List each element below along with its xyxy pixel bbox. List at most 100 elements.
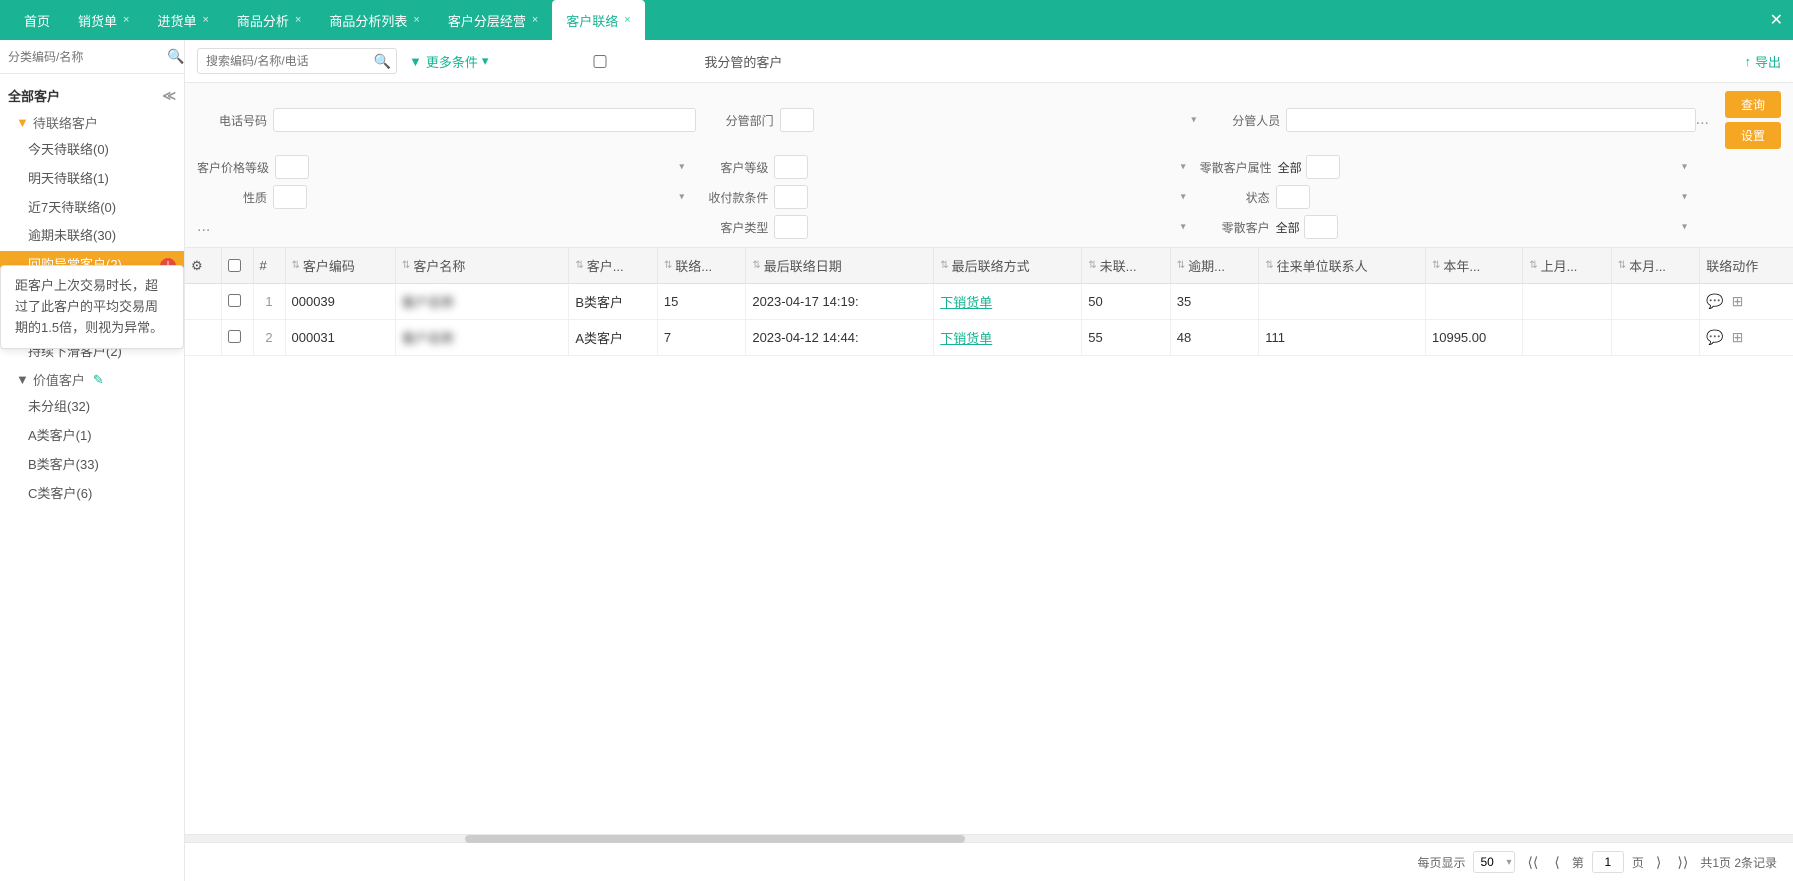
nav-customer-contact[interactable]: 客户联络 × (552, 0, 644, 40)
last-method-link-1[interactable]: 下销货单 (940, 295, 992, 310)
filter-dept-select[interactable] (780, 108, 814, 132)
scrollbar-thumb[interactable] (465, 835, 965, 843)
window-close-button[interactable]: ✕ (1770, 10, 1783, 30)
my-customers-checkbox[interactable] (500, 55, 700, 68)
value-edit-icon[interactable]: ✎ (93, 372, 104, 388)
filter-nature-select[interactable] (273, 185, 307, 209)
sidebar-collapse-icon[interactable]: ≪ (162, 88, 176, 104)
th-last-month[interactable]: ⇅上月... (1523, 248, 1612, 284)
grid-icon-2[interactable]: ⊞ (1732, 329, 1744, 346)
filter-manager-input[interactable] (1286, 108, 1695, 132)
extra-dots-button[interactable]: ... (197, 218, 210, 236)
filter-customer-level-label: 客户等级 (698, 159, 768, 176)
nav-product-list-close[interactable]: × (413, 14, 419, 26)
export-icon: ↑ (1744, 54, 1751, 69)
th-this-month[interactable]: ⇅本月... (1611, 248, 1700, 284)
contact-icon-1[interactable]: 💬 (1706, 293, 1723, 310)
td-level-2: A类客户 (569, 320, 658, 356)
nav-customer-tier[interactable]: 客户分层经营 × (434, 0, 552, 40)
th-level[interactable]: ⇅客户... (569, 248, 658, 284)
page-number-input[interactable] (1592, 851, 1624, 873)
td-lastmethod-2[interactable]: 下销货单 (934, 320, 1082, 356)
filter-phone-input[interactable] (273, 108, 696, 132)
my-customers-checkbox-wrap[interactable]: 我分管的客户 (500, 52, 782, 71)
th-unit-contact[interactable]: ⇅往来单位联系人 (1259, 248, 1426, 284)
td-uncontacted-2: 55 (1082, 320, 1171, 356)
nav-purchase-close[interactable]: × (202, 14, 208, 26)
query-button[interactable]: 查询 (1725, 91, 1781, 118)
th-last-method[interactable]: ⇅最后联络方式 (934, 248, 1082, 284)
export-button[interactable]: ↑ 导出 (1744, 52, 1781, 71)
sidebar-item-today[interactable]: 今天待联络(0) (0, 136, 184, 165)
td-check-1[interactable] (221, 284, 253, 320)
th-settings[interactable]: ⚙ (185, 248, 221, 284)
sidebar-item-ungroup[interactable]: 未分组(32) (0, 393, 184, 422)
filter-price-select[interactable] (275, 155, 309, 179)
filter-retail-customer-label: 零散客户 (1200, 219, 1270, 236)
td-thismonth-2 (1611, 320, 1700, 356)
filter-row-1: 电话号码 分管部门 ▾ 分管人员 ... 查询 设置 (197, 91, 1781, 149)
nav-home[interactable]: 首页 (10, 0, 64, 40)
nav-purchase[interactable]: 进货单 × (143, 0, 222, 40)
prev-page-button[interactable]: ⟨ (1550, 852, 1563, 873)
filter-retail-customer-select[interactable] (1304, 215, 1338, 239)
row1-checkbox[interactable] (228, 294, 241, 307)
th-this-year[interactable]: ⇅本年... (1426, 248, 1523, 284)
sidebar-item-a-type[interactable]: A类客户(1) (0, 422, 184, 451)
sidebar-search-icon[interactable]: 🔍 (167, 48, 184, 65)
manager-dots-button[interactable]: ... (1696, 111, 1709, 129)
filter-customer-type-select[interactable] (774, 215, 808, 239)
level-chevron-icon: ▾ (1181, 162, 1186, 173)
nav-product-list[interactable]: 商品分析列表 × (315, 0, 433, 40)
nav-customer-tier-close[interactable]: × (532, 14, 538, 26)
filter-retail-attr-select[interactable] (1306, 155, 1340, 179)
th-uncontacted[interactable]: ⇅未联... (1082, 248, 1171, 284)
th-contact-count[interactable]: ⇅联络... (657, 248, 746, 284)
sidebar-item-overdue[interactable]: 逾期未联络(30) (0, 222, 184, 251)
nav-sales-close[interactable]: × (123, 14, 129, 26)
row2-checkbox[interactable] (228, 330, 241, 343)
th-code[interactable]: ⇅客户编码 (285, 248, 395, 284)
nav-customer-contact-close[interactable]: × (624, 14, 630, 26)
last-page-button[interactable]: ⟩⟩ (1673, 852, 1692, 873)
filter-row-3: 性质 ▾ 收付款条件 ▾ 状态 (197, 185, 1781, 209)
th-name[interactable]: ⇅客户名称 (395, 248, 568, 284)
last-method-link-2[interactable]: 下销货单 (940, 331, 992, 346)
retail-attr-value: 全部 (1278, 159, 1302, 176)
th-checkbox[interactable] (221, 248, 253, 284)
sidebar-search-input[interactable] (8, 50, 163, 64)
horizontal-scrollbar[interactable] (185, 834, 1793, 842)
filter-status-select[interactable] (1276, 185, 1310, 209)
sidebar-pending-section[interactable]: ▼ 待联络客户 (0, 109, 184, 136)
nav-product-analysis[interactable]: 商品分析 × (223, 0, 315, 40)
td-lastmethod-1[interactable]: 下销货单 (934, 284, 1082, 320)
retail-customer-value: 全部 (1276, 219, 1300, 236)
nav-product-analysis-close[interactable]: × (295, 14, 301, 26)
settings-button[interactable]: 设置 (1725, 122, 1781, 149)
per-page-select[interactable]: 50 (1473, 851, 1515, 873)
grid-icon-1[interactable]: ⊞ (1732, 293, 1744, 310)
sidebar-item-7days[interactable]: 近7天待联络(0) (0, 194, 184, 223)
filter-row-2: 客户价格等级 ▾ 客户等级 ▾ 零散客户属性 全部 (197, 155, 1781, 179)
td-unitcontact-1 (1259, 284, 1426, 320)
sidebar-item-b-type[interactable]: B类客户(33) (0, 451, 184, 480)
search-submit-icon[interactable]: 🔍 (374, 53, 391, 70)
filter-payment-select[interactable] (774, 185, 808, 209)
th-last-date[interactable]: ⇅最后联络日期 (746, 248, 934, 284)
search-input[interactable] (197, 48, 397, 74)
th-action: 联络动作 (1700, 248, 1793, 284)
data-table-wrap: ⚙ # ⇅客户编码 ⇅客户名称 (185, 248, 1793, 834)
sidebar-item-tomorrow[interactable]: 明天待联络(1) (0, 165, 184, 194)
contact-icon-2[interactable]: 💬 (1706, 329, 1723, 346)
filter-customer-level-select[interactable] (774, 155, 808, 179)
td-name-1: 客户名称 (395, 284, 568, 320)
td-check-2[interactable] (221, 320, 253, 356)
sidebar-value-section[interactable]: ▼ 价值客户 ✎ (0, 366, 184, 393)
first-page-button[interactable]: ⟨⟨ (1523, 852, 1542, 873)
th-overdue[interactable]: ⇅逾期... (1170, 248, 1259, 284)
select-all-checkbox[interactable] (228, 259, 241, 272)
next-page-button[interactable]: ⟩ (1652, 852, 1665, 873)
nav-sales[interactable]: 销货单 × (64, 0, 143, 40)
sidebar-item-c-type[interactable]: C类客户(6) (0, 480, 184, 509)
more-filter-button[interactable]: ▼ 更多条件 ▾ (409, 52, 488, 71)
